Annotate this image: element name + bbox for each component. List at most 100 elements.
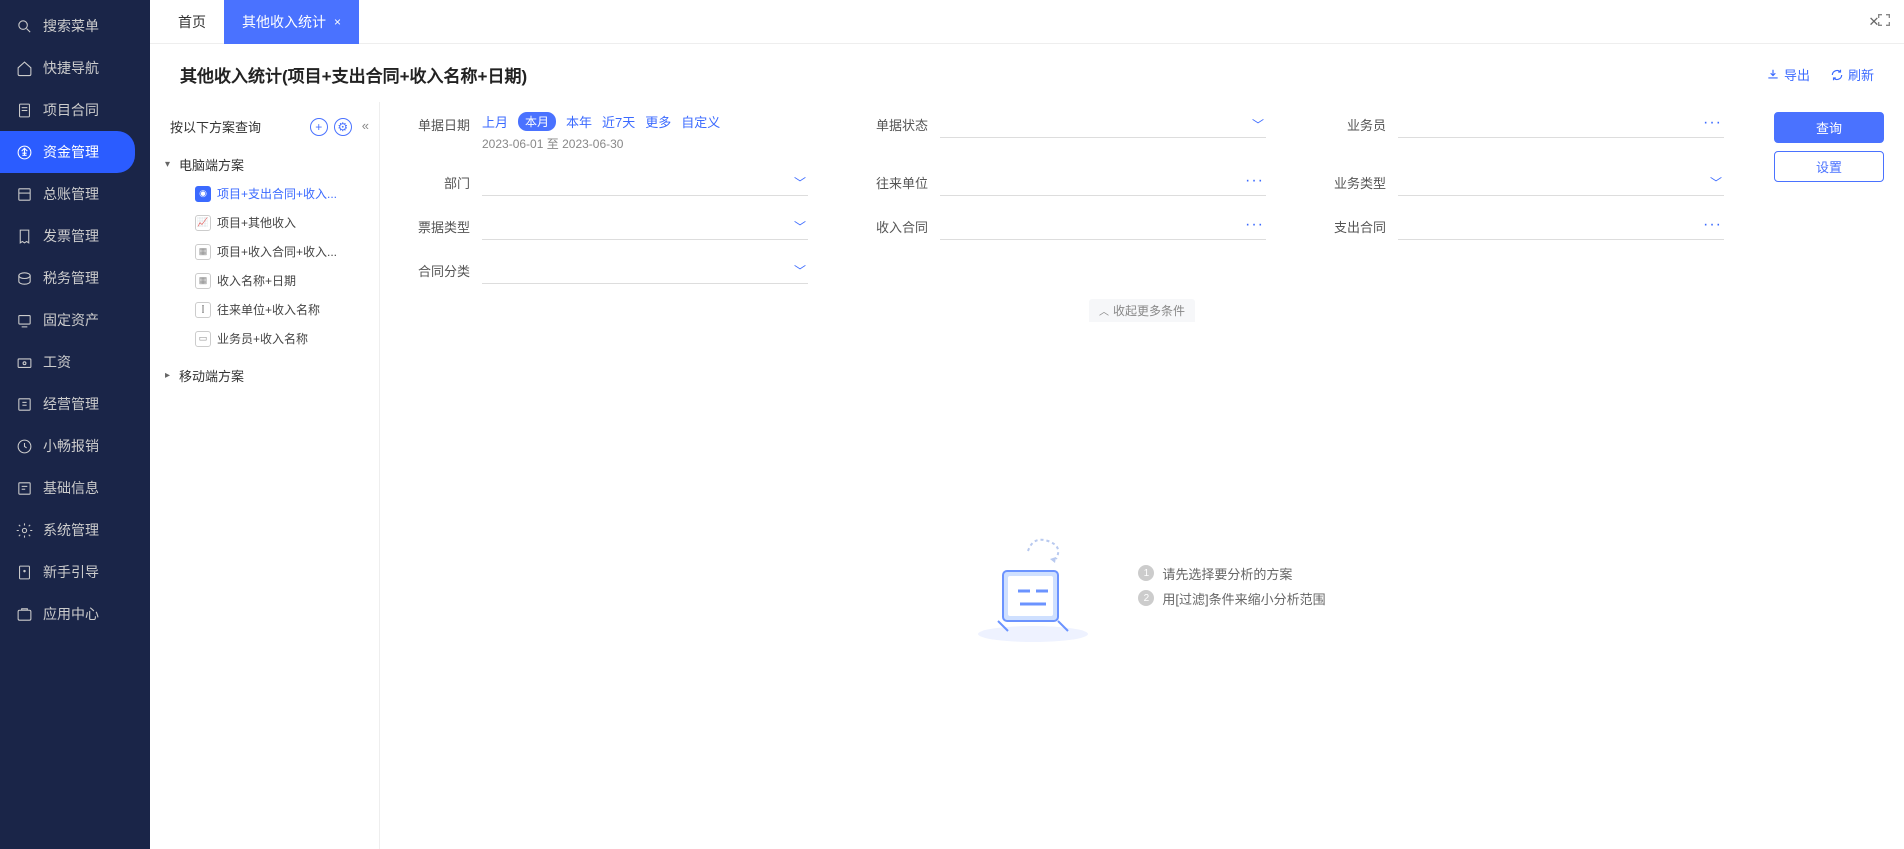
tree-item[interactable]: ▭业务员+收入名称: [165, 324, 379, 353]
field-label: 业务员: [1316, 112, 1386, 134]
add-scheme-button[interactable]: +: [310, 118, 328, 136]
sidebar-item-apps[interactable]: 应用中心: [0, 593, 150, 635]
sidebar-item-guide[interactable]: 新手引导: [0, 551, 150, 593]
select-expense-contract[interactable]: ···: [1398, 214, 1724, 240]
settings-button[interactable]: 设置: [1774, 151, 1884, 182]
empty-steps: 1请先选择要分析的方案 2用[过滤]条件来缩小分析范围: [1138, 558, 1325, 614]
date-opt[interactable]: 上月: [482, 112, 508, 131]
tree-group-label: 电脑端方案: [179, 155, 244, 174]
sidebar-item-invoice[interactable]: 发票管理: [0, 215, 150, 257]
sidebar-item-info[interactable]: 基础信息: [0, 467, 150, 509]
refresh-button[interactable]: 刷新: [1830, 65, 1874, 84]
date-options: 上月 本月 本年 近7天 更多 自定义: [482, 112, 808, 131]
sidebar-item-quicknav[interactable]: 快捷导航: [0, 47, 150, 89]
sidebar-item-contract[interactable]: 项目合同: [0, 89, 150, 131]
sidebar-label: 税务管理: [43, 268, 99, 288]
select-contract-cat[interactable]: ﹀: [482, 258, 808, 284]
select-partner[interactable]: ···: [940, 170, 1266, 196]
tree-item[interactable]: ⫿往来单位+收入名称: [165, 295, 379, 324]
caret-right-icon: ▸: [165, 370, 179, 381]
field-biz-type: 业务类型 ﹀: [1316, 170, 1724, 196]
sidebar-item-tax[interactable]: 税务管理: [0, 257, 150, 299]
page-header: 其他收入统计(项目+支出合同+收入名称+日期) 导出 刷新: [150, 44, 1904, 102]
salary-icon: [15, 353, 33, 371]
sidebar: 搜索菜单 快捷导航 项目合同 资金管理 总账管理 发票管理 税务管理 固定资产 …: [0, 0, 150, 849]
contract-icon: [15, 101, 33, 119]
select-invoice-type[interactable]: ﹀: [482, 214, 808, 240]
sidebar-label: 搜索菜单: [43, 16, 99, 36]
select-salesperson[interactable]: ···: [1398, 112, 1724, 138]
tree-item[interactable]: 📈项目+其他收入: [165, 208, 379, 237]
sidebar-item-fund[interactable]: 资金管理: [0, 131, 135, 173]
sidebar-label: 经营管理: [43, 394, 99, 414]
tab-home[interactable]: 首页: [160, 0, 224, 44]
empty-step: 2用[过滤]条件来缩小分析范围: [1138, 589, 1325, 608]
date-opt-selected[interactable]: 本月: [518, 112, 556, 131]
scheme-icon: ◉: [195, 186, 211, 202]
fullscreen-icon[interactable]: [1876, 12, 1892, 31]
sidebar-label: 快捷导航: [43, 58, 99, 78]
date-opt[interactable]: 本年: [566, 112, 592, 131]
step-text: 用[过滤]条件来缩小分析范围: [1162, 589, 1325, 608]
date-opt[interactable]: 更多: [645, 112, 671, 131]
collapse-conditions-button[interactable]: 收起更多条件: [1089, 299, 1195, 322]
field-salesperson: 业务员 ···: [1316, 112, 1724, 138]
query-button[interactable]: 查询: [1774, 112, 1884, 143]
field-expense-contract: 支出合同 ···: [1316, 214, 1724, 240]
close-icon[interactable]: ×: [334, 15, 341, 29]
sidebar-label: 小畅报销: [43, 436, 99, 456]
date-opt[interactable]: 自定义: [681, 112, 720, 131]
expense-icon: [15, 437, 33, 455]
sidebar-item-ledger[interactable]: 总账管理: [0, 173, 150, 215]
date-opt[interactable]: 近7天: [602, 112, 635, 131]
collapse-panel-icon[interactable]: «: [358, 118, 369, 136]
select-dept[interactable]: ﹀: [482, 170, 808, 196]
select-biz-type[interactable]: ﹀: [1398, 170, 1724, 196]
sidebar-label: 总账管理: [43, 184, 99, 204]
main: 首页 其他收入统计× ✕ 其他收入统计(项目+支出合同+收入名称+日期) 导出 …: [150, 0, 1904, 849]
sidebar-item-expense[interactable]: 小畅报销: [0, 425, 150, 467]
sidebar-item-salary[interactable]: 工资: [0, 341, 150, 383]
apps-icon: [15, 605, 33, 623]
tree-group-mobile[interactable]: ▸移动端方案: [165, 361, 379, 390]
more-icon: ···: [1245, 216, 1264, 234]
field-contract-cat: 合同分类 ﹀: [400, 258, 808, 284]
sidebar-item-mgmt[interactable]: 经营管理: [0, 383, 150, 425]
export-button[interactable]: 导出: [1766, 65, 1810, 84]
chevron-down-icon: ﹀: [794, 218, 806, 235]
fund-icon: [15, 143, 33, 161]
scheme-icon: ▦: [195, 273, 211, 289]
empty-state: 1请先选择要分析的方案 2用[过滤]条件来缩小分析范围: [380, 322, 1904, 849]
chevron-down-icon: ﹀: [794, 174, 806, 191]
refresh-label: 刷新: [1848, 65, 1874, 84]
field-doc-date: 单据日期 上月 本月 本年 近7天 更多 自定义 2023-06-01 至 20…: [400, 112, 808, 152]
tree-item[interactable]: ▦收入名称+日期: [165, 266, 379, 295]
select-doc-status[interactable]: ﹀: [940, 112, 1266, 138]
more-icon: ···: [1703, 114, 1722, 132]
ledger-icon: [15, 185, 33, 203]
tab-other-income[interactable]: 其他收入统计×: [224, 0, 359, 44]
sidebar-label: 系统管理: [43, 520, 99, 540]
tabs-bar: 首页 其他收入统计× ✕: [150, 0, 1904, 44]
field-income-contract: 收入合同 ···: [858, 214, 1266, 240]
field-label: 单据日期: [400, 112, 470, 134]
scheme-icon: ▦: [195, 244, 211, 260]
sidebar-item-asset[interactable]: 固定资产: [0, 299, 150, 341]
sidebar-item-system[interactable]: 系统管理: [0, 509, 150, 551]
scheme-settings-button[interactable]: ⚙: [334, 118, 352, 136]
sidebar-label: 新手引导: [43, 562, 99, 582]
tree-item[interactable]: ▦项目+收入合同+收入...: [165, 237, 379, 266]
scheme-icon: ▭: [195, 331, 211, 347]
scheme-panel: 按以下方案查询 + ⚙ « ▾电脑端方案 ◉项目+支出合同+收入... 📈项目+…: [150, 102, 380, 849]
sidebar-item-search[interactable]: 搜索菜单: [0, 5, 150, 47]
tree-item[interactable]: ◉项目+支出合同+收入...: [165, 179, 379, 208]
sidebar-label: 基础信息: [43, 478, 99, 498]
select-income-contract[interactable]: ···: [940, 214, 1266, 240]
info-icon: [15, 479, 33, 497]
home-icon: [15, 59, 33, 77]
step-text: 请先选择要分析的方案: [1162, 564, 1292, 583]
date-range: 2023-06-01 至 2023-06-30: [482, 135, 808, 152]
system-icon: [15, 521, 33, 539]
chevron-down-icon: ﹀: [794, 262, 806, 279]
tree-group-desktop[interactable]: ▾电脑端方案: [165, 150, 379, 179]
